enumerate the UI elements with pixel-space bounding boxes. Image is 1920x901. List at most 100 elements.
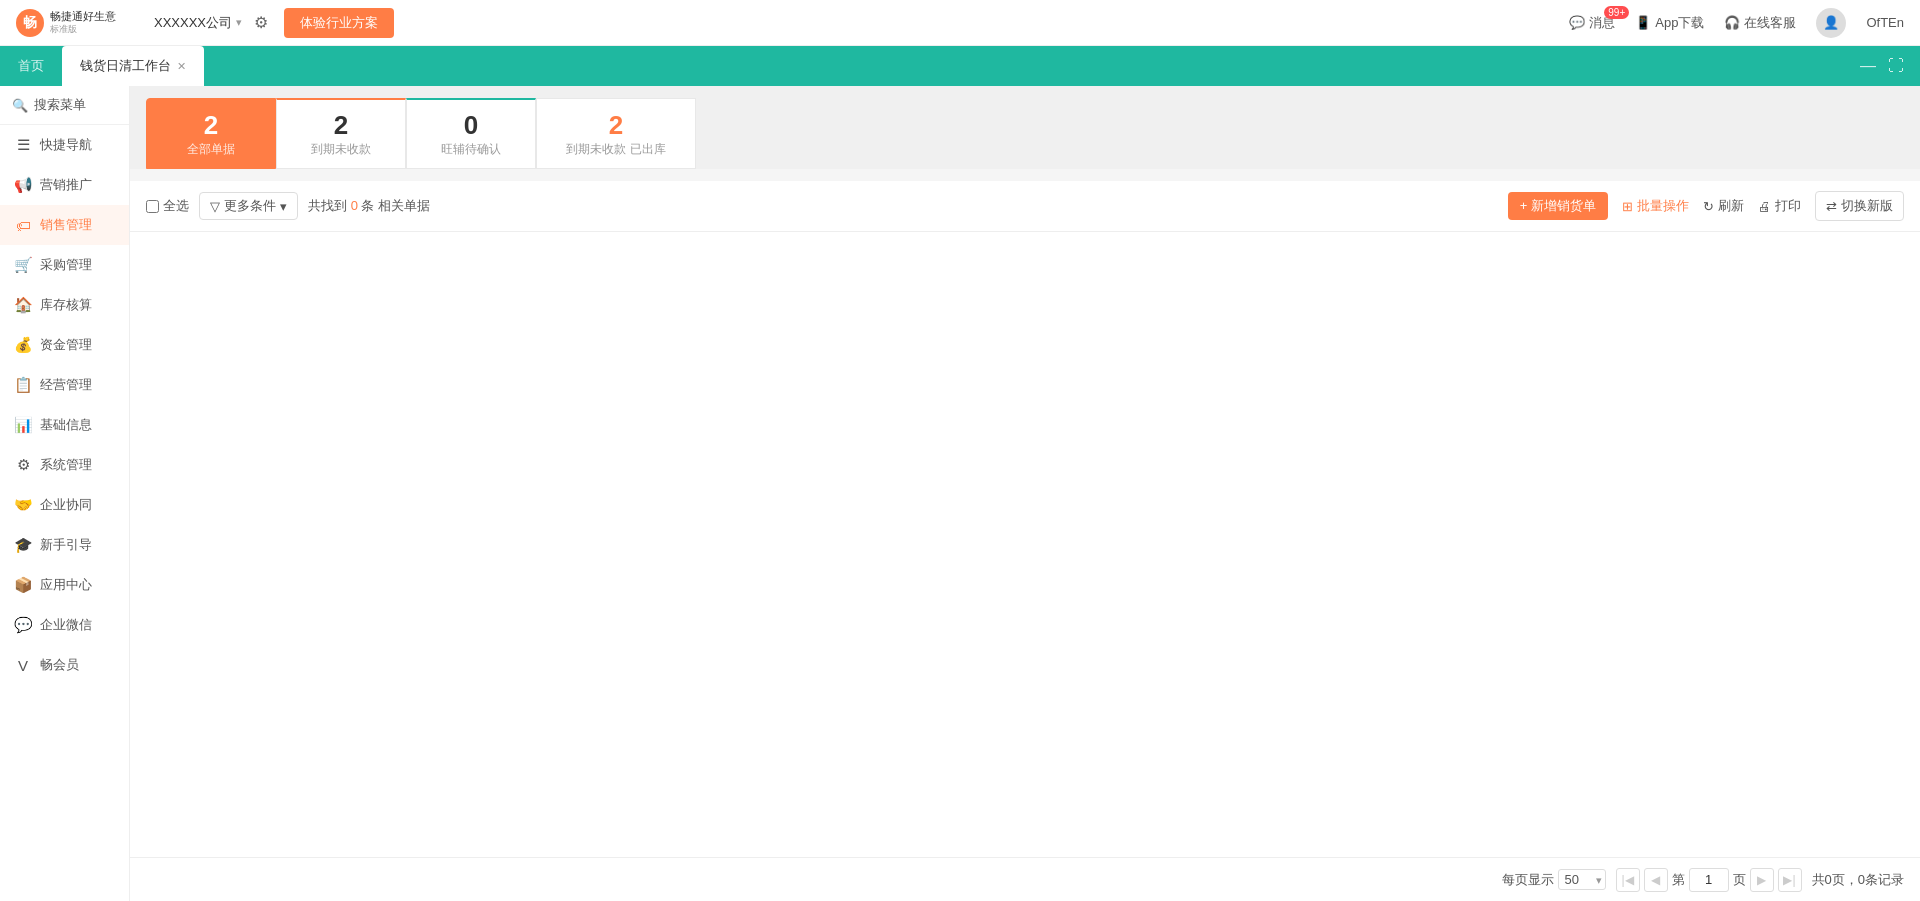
sidebar-item-inventory[interactable]: 🏠 库存核算 [0,285,129,325]
stat-num-overdue: 2 [334,110,348,141]
prev-page-button[interactable]: ◀ [1644,868,1668,892]
nav-icon: ☰ [14,136,32,154]
per-page-label: 每页显示 [1502,871,1554,889]
filter-chevron-icon: ▾ [280,199,287,214]
switch-version-button[interactable]: ⇄ 切换新版 [1815,191,1904,221]
found-text: 共找到 0 条 相关单据 [308,197,430,215]
wechat-icon: 💬 [14,616,32,634]
sidebar-item-system[interactable]: ⚙ 系统管理 [0,445,129,485]
trial-button[interactable]: 体验行业方案 [284,8,394,38]
main-content: 2 全部单据 2 到期未收款 0 旺辅待确认 2 到期未收款 已出库 [130,86,1920,901]
refresh-button[interactable]: ↻ 刷新 [1703,197,1744,215]
per-page-select[interactable]: 50 100 200 [1558,869,1606,890]
sidebar-item-purchase[interactable]: 🛒 采购管理 [0,245,129,285]
finance-icon: 💰 [14,336,32,354]
first-page-button[interactable]: |◀ [1616,868,1640,892]
filter-button[interactable]: ▽ 更多条件 ▾ [199,192,298,220]
found-num: 0 [351,198,358,213]
select-all-checkbox[interactable] [146,200,159,213]
sidebar-label-sales: 销售管理 [40,216,92,234]
toolbar-right: + 新增销货单 ⊞ 批量操作 ↻ 刷新 🖨 打印 ⇄ [1508,191,1904,221]
new-sales-button[interactable]: + 新增销货单 [1508,192,1608,220]
member-icon: V [14,657,32,674]
sidebar-item-finance[interactable]: 💰 资金管理 [0,325,129,365]
found-unit: 条 [361,198,374,213]
logo-sub: 标准版 [50,23,116,36]
topbar-right: 💬 消息 99+ 📱 App下载 🎧 在线客服 👤 OfTEn [1569,8,1904,38]
stat-tab-all[interactable]: 2 全部单据 [146,98,276,169]
toolbar-left: 全选 ▽ 更多条件 ▾ 共找到 0 条 相关单据 [146,192,1496,220]
sidebar-label-finance: 资金管理 [40,336,92,354]
stat-tab-overdue-shipped[interactable]: 2 到期未收款 已出库 [536,98,696,169]
switch-icon: ⇄ [1826,199,1837,214]
purchase-icon: 🛒 [14,256,32,274]
app-label: App下载 [1655,14,1704,32]
per-page-selector[interactable]: 50 100 200 [1558,869,1606,890]
sidebar-item-quicknav[interactable]: ☰ 快捷导航 [0,125,129,165]
sidebar: 🔍 搜索菜单 ☰ 快捷导航 📢 营销推广 🏷 销售管理 🛒 采购管理 🏠 库存核… [0,86,130,901]
apps-icon: 📦 [14,576,32,594]
sidebar-item-member[interactable]: V 畅会员 [0,645,129,685]
last-page-button[interactable]: ▶| [1778,868,1802,892]
sidebar-item-marketing[interactable]: 📢 营销推广 [0,165,129,205]
chevron-down-icon: ▾ [236,16,242,29]
switch-label: 切换新版 [1841,197,1893,215]
tab-qianghuo[interactable]: 钱货日清工作台 ✕ [62,46,204,86]
tab-home[interactable]: 首页 [0,46,62,86]
avatar-icon: 👤 [1823,15,1839,30]
service-label: 在线客服 [1744,14,1796,32]
app-download-button[interactable]: 📱 App下载 [1635,14,1704,32]
phone-icon: 📱 [1635,15,1651,30]
tab-close-icon[interactable]: ✕ [177,60,186,73]
refresh-label: 刷新 [1718,197,1744,215]
print-label: 打印 [1775,197,1801,215]
tabs-bar: 首页 钱货日清工作台 ✕ — ⛶ [0,46,1920,86]
inventory-icon: 🏠 [14,296,32,314]
filter-label: 更多条件 [224,197,276,215]
select-all-wrap[interactable]: 全选 [146,197,189,215]
sidebar-label-system: 系统管理 [40,456,92,474]
company-selector[interactable]: XXXXXX公司 ▾ [154,14,242,32]
username[interactable]: OfTEn [1866,15,1904,30]
sidebar-item-sales[interactable]: 🏷 销售管理 [0,205,129,245]
tab-home-label: 首页 [18,57,44,75]
refresh-icon: ↻ [1703,199,1714,214]
stat-label-wangfu: 旺辅待确认 [441,141,501,158]
message-button[interactable]: 💬 消息 99+ [1569,14,1615,32]
sidebar-item-wechat[interactable]: 💬 企业微信 [0,605,129,645]
print-button[interactable]: 🖨 打印 [1758,197,1801,215]
table-area [130,232,1920,857]
stat-tab-overdue[interactable]: 2 到期未收款 [276,98,406,169]
search-menu[interactable]: 🔍 搜索菜单 [0,86,129,125]
batch-action-button[interactable]: ⊞ 批量操作 [1622,197,1689,215]
toolbar: 全选 ▽ 更多条件 ▾ 共找到 0 条 相关单据 + 新增销货单 [130,181,1920,232]
marketing-icon: 📢 [14,176,32,194]
sidebar-label-marketing: 营销推广 [40,176,92,194]
sidebar-label-purchase: 采购管理 [40,256,92,274]
page-label: 第 [1672,871,1685,889]
minimize-icon[interactable]: — [1860,57,1876,75]
next-page-button[interactable]: ▶ [1750,868,1774,892]
filter-icon: ▽ [210,199,220,214]
stat-label-all: 全部单据 [187,141,235,158]
found-prefix: 共找到 [308,198,347,213]
sidebar-item-basic[interactable]: 📊 基础信息 [0,405,129,445]
sidebar-item-cooperation[interactable]: 🤝 企业协同 [0,485,129,525]
stat-tab-wangfu[interactable]: 0 旺辅待确认 [406,98,536,169]
page-input[interactable] [1689,868,1729,892]
online-service-button[interactable]: 🎧 在线客服 [1724,14,1796,32]
sidebar-item-guide[interactable]: 🎓 新手引导 [0,525,129,565]
settings-icon[interactable]: ⚙ [254,13,268,32]
search-icon: 🔍 [12,98,28,113]
sidebar-label-apps: 应用中心 [40,576,92,594]
page-nav: |◀ ◀ 第 页 ▶ ▶| [1616,868,1802,892]
found-suffix: 相关单据 [378,198,430,213]
message-badge: 99+ [1604,6,1629,19]
tab-qianghuo-label: 钱货日清工作台 [80,57,171,75]
sidebar-item-operation[interactable]: 📋 经营管理 [0,365,129,405]
sidebar-label-member: 畅会员 [40,656,79,674]
sidebar-item-apps[interactable]: 📦 应用中心 [0,565,129,605]
avatar[interactable]: 👤 [1816,8,1846,38]
sidebar-label-wechat: 企业微信 [40,616,92,634]
maximize-icon[interactable]: ⛶ [1888,57,1904,75]
